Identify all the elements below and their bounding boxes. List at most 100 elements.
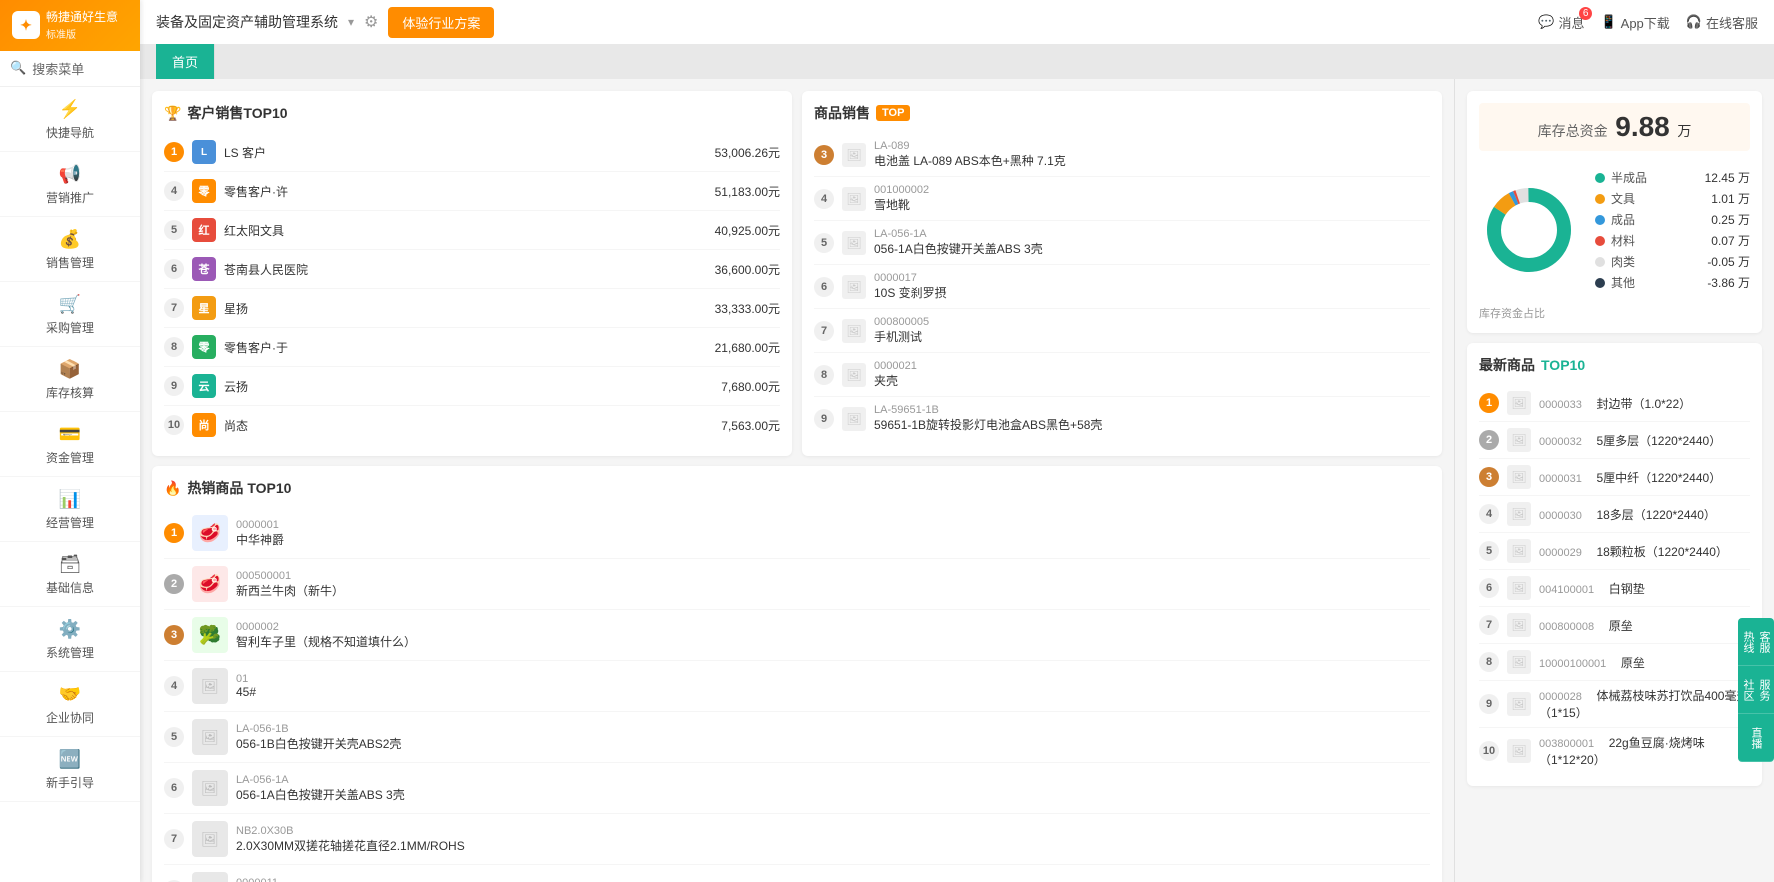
hot-prod-info-7: NB2.0X30B 2.0X30MM双搓花轴搓花直径2.1MM/ROHS [236, 825, 465, 854]
rank-num-4b: 4 [814, 189, 834, 209]
nav-basic-info[interactable]: 🗃 基础信息 [0, 542, 140, 607]
latest-code-4: 0000030 [1539, 510, 1593, 522]
hot-prod-code-4: 01 [236, 673, 256, 685]
nav-guide[interactable]: 🆕 新手引导 [0, 737, 140, 802]
rank-name-10: 尚态 [224, 417, 713, 434]
nav-purchase[interactable]: 🛒 采购管理 [0, 282, 140, 347]
rank-name-9: 云扬 [224, 378, 713, 395]
trial-button[interactable]: 体验行业方案 [388, 7, 494, 38]
hot-rank-4: 4 [164, 676, 184, 696]
cooperation-icon: 🤝 [59, 684, 81, 705]
legend-label-semifinished: 半成品 [1611, 169, 1699, 186]
legend-label-finished: 成品 [1611, 211, 1705, 228]
float-btn-live[interactable]: 直播 [1738, 714, 1774, 762]
nav-quick[interactable]: ⚡ 快捷导航 [0, 87, 140, 152]
rank-avatar-6: 苍 [192, 257, 216, 281]
quick-icon: ⚡ [59, 99, 81, 120]
message-button[interactable]: 💬 消息 6 [1538, 13, 1584, 32]
latest-item-6: 6 🖼 004100001 白钢垫 [1479, 570, 1750, 607]
latest-rank-2: 2 [1479, 430, 1499, 450]
latest-img-6: 🖼 [1507, 576, 1531, 600]
trophy-icon: 🏆 [164, 105, 181, 122]
nav-sales-label: 销售管理 [46, 254, 94, 271]
float-btn-community[interactable]: 服务社区 [1738, 666, 1774, 714]
latest-img-1: 🖼 [1507, 391, 1531, 415]
inventory-card: 库存总资金 9.88 万 [1467, 91, 1762, 333]
latest-rank-7: 7 [1479, 615, 1499, 635]
tab-home[interactable]: 首页 [156, 44, 215, 79]
marketing-icon: 📢 [59, 164, 81, 185]
prod-img-3: 🖼 [842, 143, 866, 167]
nav-cooperation[interactable]: 🤝 企业协同 [0, 672, 140, 737]
headset-icon: 🎧 [1686, 14, 1702, 30]
float-btn-service[interactable]: 客服热线 [1738, 618, 1774, 666]
nav-sales[interactable]: 💰 销售管理 [0, 217, 140, 282]
rank-item: 8 零 零售客户·于 21,680.00元 [164, 328, 780, 367]
rank-num-9: 9 [164, 376, 184, 396]
latest-rank-3: 3 [1479, 467, 1499, 487]
customer-rank-card: 🏆 客户销售TOP10 1 L LS 客户 53,006.26元 4 零 [152, 91, 792, 456]
nav-marketing[interactable]: 📢 营销推广 [0, 152, 140, 217]
rank-avatar-1: L [192, 140, 216, 164]
search-menu[interactable]: 🔍 搜索菜单 [0, 51, 140, 87]
hot-prod-code-3: 0000002 [236, 621, 416, 633]
legend-meat: 肉类 -0.05 万 [1595, 251, 1750, 272]
guide-icon: 🆕 [59, 749, 81, 770]
latest-name-7: 原垒 [1609, 619, 1633, 633]
inventory-unit: 万 [1677, 123, 1691, 139]
nav-operations-label: 经营管理 [46, 514, 94, 531]
latest-item-9: 9 🖼 0000028 体械荔枝味苏打饮品400毫升（1*15） [1479, 681, 1750, 728]
nav-finance[interactable]: 💳 资金管理 [0, 412, 140, 477]
hot-products-title: 🔥 热销商品 TOP10 [164, 478, 1430, 498]
rank-avatar-9: 云 [192, 374, 216, 398]
hot-prod-item-7: 7 🖼 NB2.0X30B 2.0X30MM双搓花轴搓花直径2.1MM/ROHS [164, 814, 1430, 865]
search-icon: 🔍 [10, 60, 26, 76]
prod-rank-item: 6 🖼 0000017 10S 变刹罗摂 [814, 265, 1430, 309]
latest-name-6: 白钢垫 [1609, 582, 1645, 596]
rank-value-1: 53,006.26元 [715, 144, 780, 161]
hot-prod-code-8: 0000011 [236, 877, 305, 882]
logo-sub: 标准版 [46, 26, 118, 41]
latest-name-8: 原垒 [1621, 656, 1645, 670]
online-service-button[interactable]: 🎧 在线客服 [1686, 13, 1758, 32]
hot-img-8: 🖼 [192, 872, 228, 882]
prod-img-9b: 🖼 [842, 407, 866, 431]
nav-inventory[interactable]: 📦 库存核算 [0, 347, 140, 412]
latest-products-title: 最新商品 TOP10 [1479, 355, 1750, 375]
product-sales-label: 商品销售 [814, 103, 870, 123]
hot-prod-item-5: 5 🖼 LA-056-1B 056-1B白色按键开关壳ABS2壳 [164, 712, 1430, 763]
hot-prod-info-6: LA-056-1A 056-1A白色按键开关盖ABS 3壳 [236, 774, 405, 803]
latest-rank-4: 4 [1479, 504, 1499, 524]
prod-name-9b: 59651-1B旋转投影灯电池盒ABS黑色+58壳 [874, 416, 1430, 433]
latest-code-3: 0000031 [1539, 473, 1593, 485]
legend-other: 其他 -3.86 万 [1595, 272, 1750, 293]
rank-name-5: 红太阳文具 [224, 222, 707, 239]
prod-code-5b: LA-056-1A [874, 228, 1430, 240]
prod-img-4b: 🖼 [842, 187, 866, 211]
nav-guide-label: 新手引导 [46, 774, 94, 791]
rank-num-1: 1 [164, 142, 184, 162]
latest-rank-5: 5 [1479, 541, 1499, 561]
nav-system[interactable]: ⚙️ 系统管理 [0, 607, 140, 672]
rank-avatar-8: 零 [192, 335, 216, 359]
top-badge: TOP [876, 105, 910, 121]
hot-prod-name-4: 45# [236, 685, 256, 699]
nav-operations[interactable]: 📊 经营管理 [0, 477, 140, 542]
legend-dot-semifinished [1595, 173, 1605, 183]
logo-text: 畅捷通好生意 [46, 10, 118, 26]
gear-icon[interactable]: ⚙ [364, 12, 378, 32]
legend-dot-finished [1595, 215, 1605, 225]
latest-img-10: 🖼 [1507, 739, 1531, 763]
system-icon: ⚙️ [59, 619, 81, 640]
hot-products-list: 1 🥩 0000001 中华神爵 2 🥩 000500001 新西兰牛肉（新牛） [164, 508, 1430, 882]
hot-prod-item-4: 4 🖼 01 45# [164, 661, 1430, 712]
app-download-button[interactable]: 📱 App下载 [1600, 13, 1669, 32]
legend-value-material: 0.07 万 [1711, 232, 1750, 249]
rank-value-5: 40,925.00元 [715, 222, 780, 239]
hot-prod-info-1: 0000001 中华神爵 [236, 519, 284, 548]
inventory-legend: 半成品 12.45 万 文具 1.01 万 成品 0.25 万 [1595, 167, 1750, 293]
rank-item: 9 云 云扬 7,680.00元 [164, 367, 780, 406]
legend-value-meat: -0.05 万 [1707, 253, 1750, 270]
legend-dot-other [1595, 278, 1605, 288]
prod-rank-item: 8 🖼 0000021 夹壳 [814, 353, 1430, 397]
